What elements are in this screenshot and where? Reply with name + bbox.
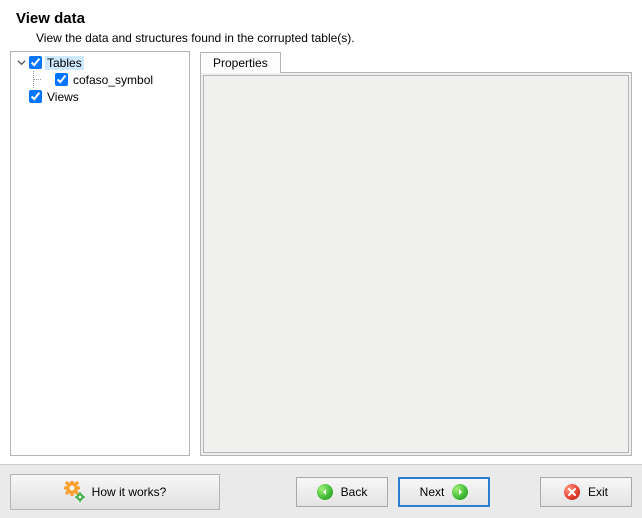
tree-panel[interactable]: Tables cofaso_symbol: [10, 51, 190, 456]
arrow-left-icon: [317, 484, 333, 500]
header: View data View the data and structures f…: [0, 0, 642, 51]
close-icon: [564, 484, 580, 500]
how-it-works-button[interactable]: How it works?: [10, 474, 220, 510]
chevron-down-icon[interactable]: [15, 57, 27, 69]
tree-connector-icon: [27, 71, 41, 88]
tree-label-cofaso[interactable]: cofaso_symbol: [71, 73, 155, 87]
tree-label-views: Views: [45, 90, 81, 104]
tree-label-tables: Tables: [45, 56, 84, 70]
next-button[interactable]: Next: [398, 477, 490, 507]
page-subtitle: View the data and structures found in th…: [16, 31, 626, 45]
cofaso-symbol-checkbox[interactable]: [55, 73, 68, 86]
page-title: View data: [16, 10, 626, 27]
bottom-bar: How it works? Back Next: [0, 464, 642, 518]
gears-icon: [64, 481, 86, 503]
properties-panel: [203, 75, 629, 453]
main-area: Tables cofaso_symbol: [0, 51, 642, 464]
dialog-container: View data View the data and structures f…: [0, 0, 642, 518]
exit-label: Exit: [588, 485, 608, 499]
views-checkbox[interactable]: [29, 90, 42, 103]
tab-properties[interactable]: Properties: [200, 52, 281, 73]
tab-bar: Properties: [200, 51, 632, 72]
tables-checkbox[interactable]: [29, 56, 42, 69]
how-it-works-label: How it works?: [92, 485, 167, 499]
back-button[interactable]: Back: [296, 477, 388, 507]
tab-content: [200, 72, 632, 456]
tree-node-views[interactable]: Views: [13, 88, 187, 105]
back-label: Back: [341, 485, 368, 499]
right-panel: Properties: [200, 51, 632, 456]
next-label: Next: [420, 485, 445, 499]
exit-button[interactable]: Exit: [540, 477, 632, 507]
arrow-right-icon: [452, 484, 468, 500]
tree-node-tables[interactable]: Tables: [13, 54, 187, 71]
